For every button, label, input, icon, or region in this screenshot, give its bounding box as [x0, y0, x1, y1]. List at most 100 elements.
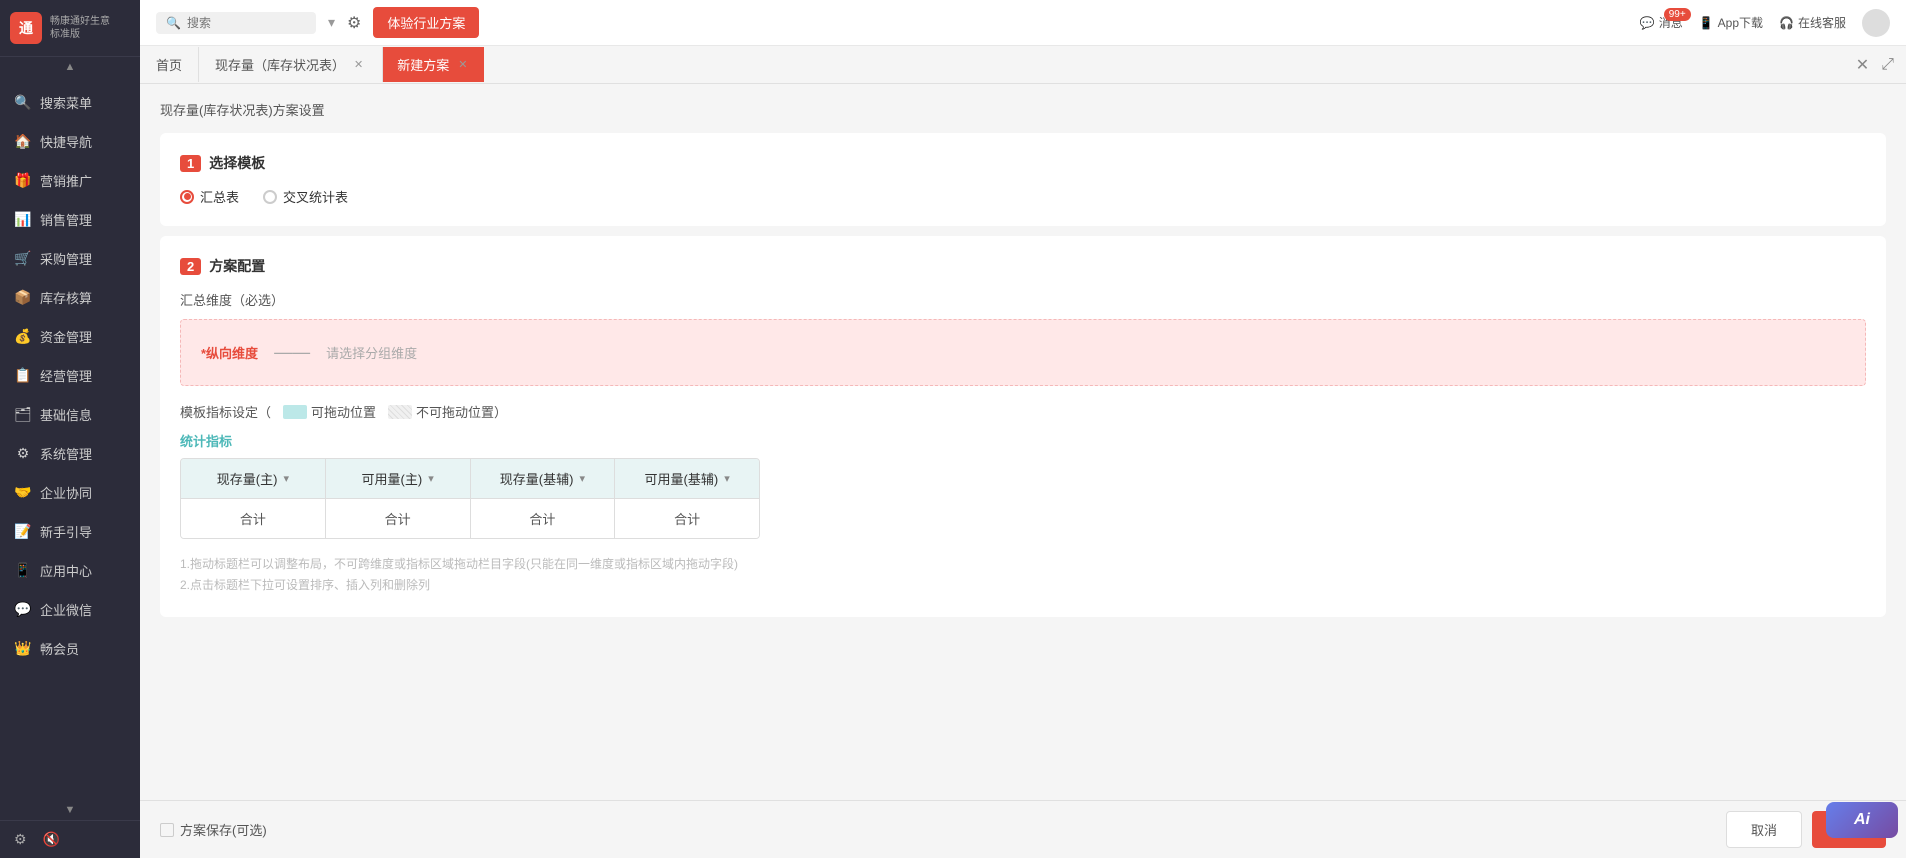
- topbar: 🔍 ▾ ⚙ 体验行业方案 💬 消息 99+ 📱 App下载 🎧 在线客服: [140, 0, 1906, 46]
- col-chevron-0[interactable]: ▾: [283, 472, 289, 485]
- sidebar-item-search[interactable]: 🔍 搜索菜单: [0, 83, 140, 122]
- col-chevron-3[interactable]: ▾: [724, 472, 730, 485]
- sidebar-item-basic[interactable]: 🗂 基础信息: [0, 395, 140, 434]
- sidebar-bottom: ⚙ 🔇: [0, 820, 140, 858]
- sidebar-item-purchase[interactable]: 🛒 采购管理: [0, 239, 140, 278]
- tab-expand-btns: ✕ ⤢: [1852, 53, 1906, 77]
- sidebar-item-quicknav[interactable]: 🏠 快捷导航: [0, 122, 140, 161]
- handshake-icon: 🤝: [14, 484, 32, 502]
- draggable-block: [283, 405, 307, 419]
- mobile-download-icon: 📱: [1699, 16, 1714, 30]
- headset-icon: 🎧: [1779, 16, 1794, 30]
- col-current-main: 现存量(主) ▾: [181, 459, 326, 498]
- content-area: 现存量(库存状况表)方案设置 1 选择模板 汇总表 交叉统计表 2: [140, 84, 1906, 800]
- cell-2: 合计: [471, 499, 616, 538]
- guide-icon: 📝: [14, 523, 32, 541]
- messages-button[interactable]: 💬 消息 99+: [1640, 14, 1683, 31]
- sidebar-item-inventory[interactable]: 📦 库存核算: [0, 278, 140, 317]
- chart-icon: 📊: [14, 211, 32, 229]
- step2-header: 2 方案配置: [180, 256, 1866, 276]
- dim-required-label: *纵向维度: [201, 343, 258, 362]
- template-options: 汇总表 交叉统计表: [180, 187, 1866, 206]
- sidebar-item-marketing[interactable]: 🎁 营销推广: [0, 161, 140, 200]
- sidebar-item-collab[interactable]: 🤝 企业协同: [0, 473, 140, 512]
- tip2: 2.点击标题栏下拉可设置排序、插入列和删除列: [180, 576, 1866, 593]
- online-service-button[interactable]: 🎧 在线客服: [1779, 14, 1846, 31]
- sidebar-item-business[interactable]: 📋 经营管理: [0, 356, 140, 395]
- home-icon: 🏠: [14, 133, 32, 151]
- search-box[interactable]: 🔍: [156, 12, 316, 34]
- sidebar-item-guide[interactable]: 📝 新手引导: [0, 512, 140, 551]
- radio-summary-dot: [180, 190, 194, 204]
- mobile-icon: 📱: [14, 562, 32, 580]
- box-icon: 📦: [14, 289, 32, 307]
- sidebar-item-sales[interactable]: 📊 销售管理: [0, 200, 140, 239]
- settings-icon[interactable]: ⚙: [347, 13, 361, 33]
- not-draggable-indicator: 不可拖动位置）: [388, 402, 507, 421]
- col-chevron-2[interactable]: ▾: [579, 472, 585, 485]
- app-download-button[interactable]: 📱 App下载: [1699, 14, 1763, 31]
- scroll-up-btn[interactable]: ▲: [0, 57, 140, 77]
- dim-placeholder: 请选择分组维度: [326, 343, 417, 362]
- message-icon: 💬: [1640, 16, 1655, 30]
- app-icon: 通: [10, 12, 42, 44]
- tab-inventory-status[interactable]: 现存量（库存状况表） ✕: [199, 47, 383, 82]
- metrics-config-label: 模板指标设定（ 可拖动位置 不可拖动位置）: [180, 402, 1866, 421]
- step1-title: 选择模板: [209, 153, 265, 173]
- sidebar-item-wechat[interactable]: 💬 企业微信: [0, 590, 140, 629]
- metrics-table-body: 合计 合计 合计 合计: [181, 498, 759, 538]
- dimension-label: 汇总维度（必选）: [180, 290, 1866, 309]
- trial-industry-button[interactable]: 体验行业方案: [373, 7, 479, 38]
- sidebar-item-member[interactable]: 👑 畅会员: [0, 629, 140, 668]
- tab-new-plan-close[interactable]: ✕: [455, 57, 470, 72]
- draggable-indicator: 可拖动位置: [283, 402, 376, 421]
- step2-badge: 2: [180, 258, 201, 275]
- stats-title: 统计指标: [180, 431, 1866, 450]
- cell-1: 合计: [326, 499, 471, 538]
- user-avatar[interactable]: [1862, 9, 1890, 37]
- dim-separator: ——: [274, 342, 310, 363]
- crown-icon: 👑: [14, 640, 32, 658]
- metrics-table: 现存量(主) ▾ 可用量(主) ▾ 现存量(基辅) ▾ 可用量(基辅) ▾: [180, 458, 760, 539]
- page-title: 现存量(库存状况表)方案设置: [160, 100, 1886, 119]
- tabbar: 首页 现存量（库存状况表） ✕ 新建方案 ✕ ✕ ⤢: [140, 46, 1906, 84]
- col-current-aux: 现存量(基辅) ▾: [471, 459, 616, 498]
- radio-summary[interactable]: 汇总表: [180, 187, 239, 206]
- tips-section: 1.拖动标题栏可以调整布局，不可跨维度或指标区域拖动栏目字段(只能在同一维度或指…: [180, 555, 1866, 593]
- sidebar-item-finance[interactable]: 💰 资金管理: [0, 317, 140, 356]
- dimension-area: *纵向维度 —— 请选择分组维度: [180, 319, 1866, 386]
- close-icon[interactable]: ✕: [1852, 53, 1873, 77]
- col-available-aux: 可用量(基辅) ▾: [615, 459, 759, 498]
- cancel-button[interactable]: 取消: [1726, 811, 1802, 848]
- sidebar-item-system[interactable]: ⚙ 系统管理: [0, 434, 140, 473]
- col-chevron-1[interactable]: ▾: [428, 472, 434, 485]
- money-icon: 💰: [14, 328, 32, 346]
- search-icon: 🔍: [166, 16, 181, 30]
- radio-cross[interactable]: 交叉统计表: [263, 187, 348, 206]
- sidebar-item-apps[interactable]: 📱 应用中心: [0, 551, 140, 590]
- step1-header: 1 选择模板: [180, 153, 1866, 173]
- ai-fab-button[interactable]: Ai: [1826, 802, 1898, 838]
- radio-cross-dot: [263, 190, 277, 204]
- cell-0: 合计: [181, 499, 326, 538]
- save-option: 方案保存(可选): [160, 820, 267, 839]
- section-plan-config: 2 方案配置 汇总维度（必选） *纵向维度 —— 请选择分组维度 模板指标设定（…: [160, 236, 1886, 617]
- tab-inventory-status-close[interactable]: ✕: [351, 57, 366, 72]
- search-icon: 🔍: [14, 94, 32, 112]
- gift-icon: 🎁: [14, 172, 32, 190]
- tab-home[interactable]: 首页: [140, 47, 199, 82]
- dropdown-arrow-icon[interactable]: ▾: [328, 14, 335, 31]
- search-input[interactable]: [187, 16, 287, 30]
- expand-icon[interactable]: ⤢: [1877, 54, 1898, 76]
- settings-icon[interactable]: ⚙: [14, 831, 27, 848]
- message-badge: 99+: [1664, 8, 1691, 21]
- topbar-right: 💬 消息 99+ 📱 App下载 🎧 在线客服: [1640, 9, 1890, 37]
- main-area: 🔍 ▾ ⚙ 体验行业方案 💬 消息 99+ 📱 App下载 🎧 在线客服: [140, 0, 1906, 858]
- scroll-down-btn[interactable]: ▼: [0, 800, 140, 820]
- tab-new-plan[interactable]: 新建方案 ✕: [383, 47, 484, 82]
- cart-icon: 🛒: [14, 250, 32, 268]
- col-available-main: 可用量(主) ▾: [326, 459, 471, 498]
- section-choose-template: 1 选择模板 汇总表 交叉统计表: [160, 133, 1886, 226]
- save-checkbox[interactable]: [160, 823, 174, 837]
- mute-icon[interactable]: 🔇: [43, 831, 60, 848]
